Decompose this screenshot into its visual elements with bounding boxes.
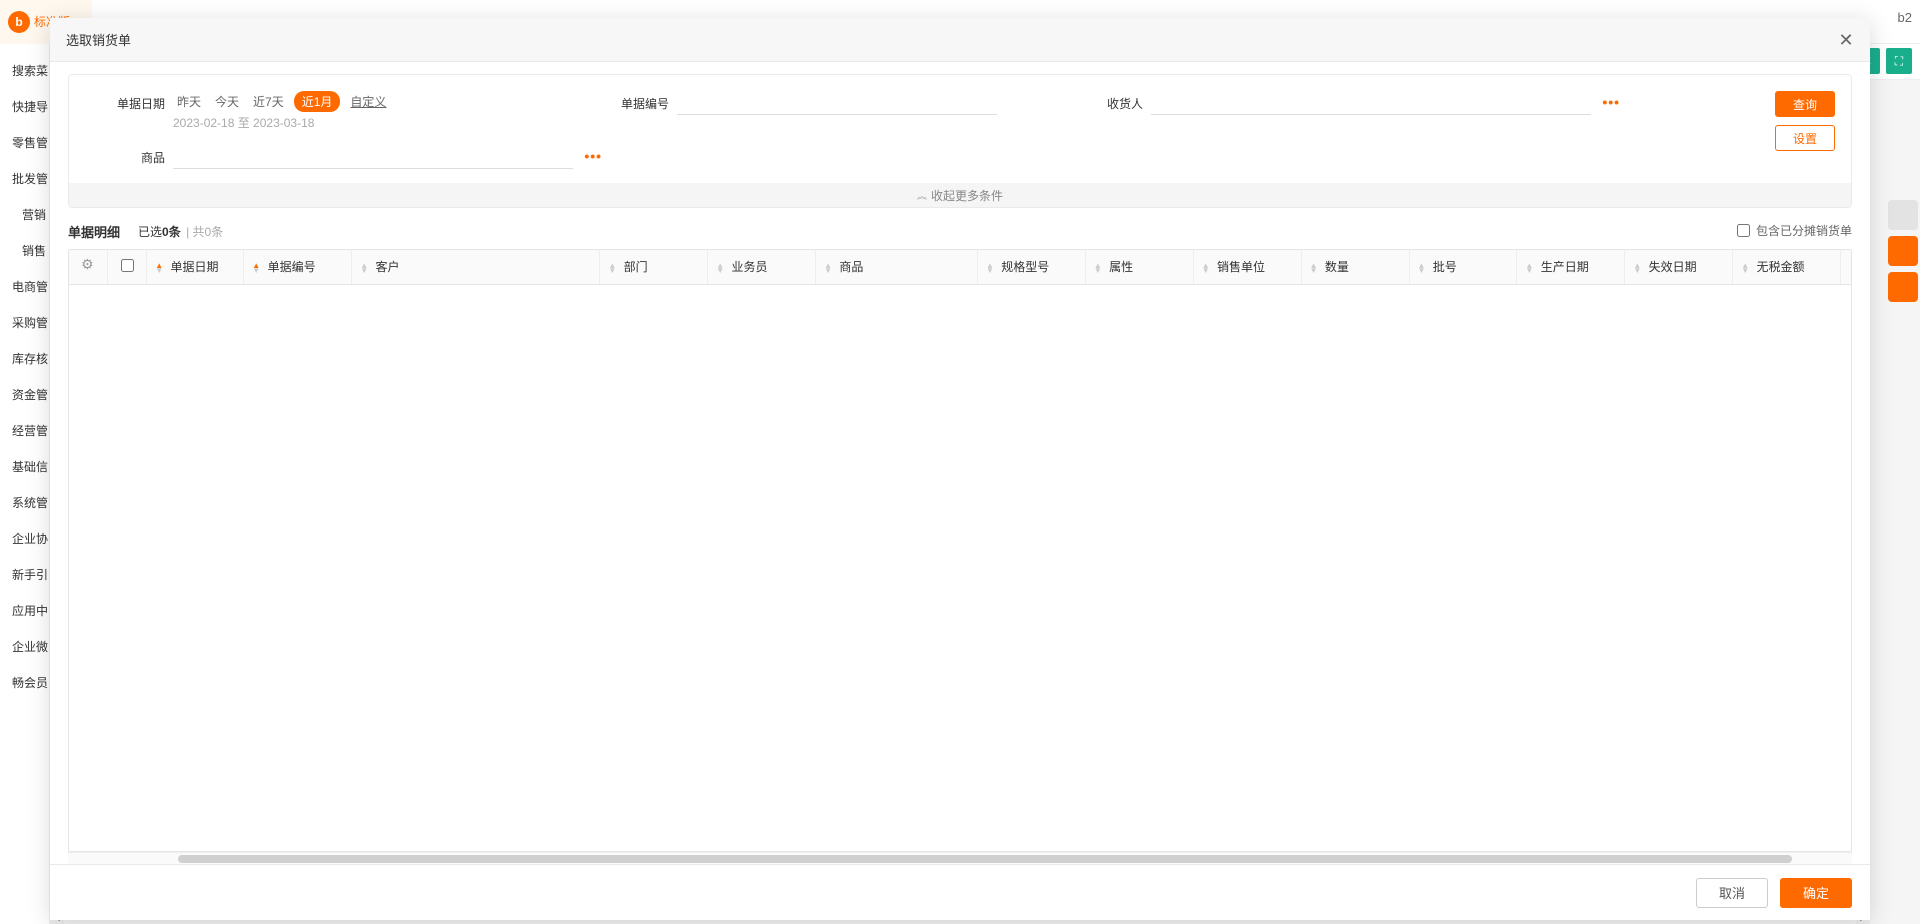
list-selected: 已选0条 | 共0条 <box>138 223 223 240</box>
date-quick-yesterday[interactable]: 昨天 <box>173 91 205 112</box>
filter-docno-group: 单据编号 <box>589 91 997 115</box>
confirm-button[interactable]: 确定 <box>1780 878 1852 908</box>
filter-product-label: 商品 <box>85 145 173 166</box>
select-sales-order-modal: 选取销货单 ✕ 查询 设置 单据日期 昨天 今天 近7天 近1月 <box>50 18 1870 920</box>
include-split-checkbox-input[interactable] <box>1737 224 1750 237</box>
sort-down-icon: ▼ <box>716 268 724 273</box>
col-exp[interactable]: ▲▼ 失效日期 <box>1625 250 1733 284</box>
filter-date-label: 单据日期 <box>85 91 173 112</box>
sort-down-icon: ▼ <box>1849 268 1852 273</box>
docno-input[interactable] <box>677 91 997 115</box>
sort-down-icon: ▼ <box>1202 268 1210 273</box>
receiver-more-icon[interactable]: ••• <box>1602 94 1620 110</box>
col-unit[interactable]: ▲▼ 销售单位 <box>1193 250 1301 284</box>
col-attr[interactable]: ▲▼ 属性 <box>1085 250 1193 284</box>
filter-receiver-group: 收货人 ••• <box>1063 91 1620 115</box>
collapse-filters-button[interactable]: ︽ 收起更多条件 <box>69 183 1851 207</box>
product-input[interactable] <box>173 145 573 169</box>
filter-date-group: 单据日期 昨天 今天 近7天 近1月 自定义 2023-02-18 至 2023… <box>85 91 493 131</box>
list-header: 单据明细 已选0条 | 共0条 包含已分摊销货单 <box>68 222 1852 241</box>
query-button[interactable]: 查询 <box>1775 91 1835 117</box>
col-dept[interactable]: ▲▼ 部门 <box>600 250 708 284</box>
filter-receiver-label: 收货人 <box>1063 91 1151 112</box>
modal-title: 选取销货单 <box>66 30 131 49</box>
sort-down-icon: ▼ <box>1310 268 1318 273</box>
receiver-input[interactable] <box>1151 91 1591 115</box>
col-customer[interactable]: ▲▼ 客户 <box>352 250 600 284</box>
date-quick-custom[interactable]: 自定义 <box>346 91 390 112</box>
sort-down-icon: ▼ <box>986 268 994 273</box>
col-date[interactable]: ▲▼ 单据日期 <box>147 250 244 284</box>
sort-down-icon: ▼ <box>824 268 832 273</box>
select-all-checkbox-input[interactable] <box>121 259 134 272</box>
sort-down-icon: ▼ <box>608 268 616 273</box>
sales-order-table: ▲▼ 单据日期 ▲▼ 单据编号 ▲▼ 客户 ▲▼ <box>69 250 1852 285</box>
modal-header: 选取销货单 ✕ <box>50 18 1870 62</box>
column-settings[interactable] <box>69 250 108 284</box>
date-quick-today[interactable]: 今天 <box>211 91 243 112</box>
filter-product-group: 商品 ••• <box>85 145 602 169</box>
sort-down-icon: ▼ <box>252 268 260 273</box>
product-more-icon[interactable]: ••• <box>584 148 602 164</box>
col-remark[interactable]: ▲▼ 备 <box>1841 250 1852 284</box>
list-title: 单据明细 <box>68 222 120 241</box>
table-wrapper: ▲▼ 单据日期 ▲▼ 单据编号 ▲▼ 客户 ▲▼ <box>68 249 1852 852</box>
col-mfg[interactable]: ▲▼ 生产日期 <box>1517 250 1625 284</box>
gear-icon <box>81 258 95 272</box>
collapse-label: 收起更多条件 <box>931 187 1003 204</box>
chevron-up-icon: ︽ <box>917 190 927 201</box>
date-quick-last7[interactable]: 近7天 <box>249 91 288 112</box>
date-range-text: 2023-02-18 至 2023-03-18 <box>173 114 493 131</box>
filter-actions: 查询 设置 <box>1775 91 1835 151</box>
include-split-label: 包含已分摊销货单 <box>1756 222 1852 239</box>
sort-down-icon: ▼ <box>1525 268 1533 273</box>
scrollbar-thumb[interactable] <box>178 855 1792 863</box>
settings-button[interactable]: 设置 <box>1775 125 1835 151</box>
col-sales[interactable]: ▲▼ 业务员 <box>708 250 816 284</box>
sort-down-icon: ▼ <box>1633 268 1641 273</box>
sort-down-icon: ▼ <box>1418 268 1426 273</box>
col-product[interactable]: ▲▼ 商品 <box>816 250 978 284</box>
col-docno[interactable]: ▲▼ 单据编号 <box>244 250 352 284</box>
col-amount[interactable]: ▲▼ 无税金额 <box>1733 250 1841 284</box>
include-split-checkbox[interactable]: 包含已分摊销货单 <box>1737 222 1852 239</box>
filter-panel: 查询 设置 单据日期 昨天 今天 近7天 近1月 自定义 2 <box>68 74 1852 208</box>
date-quick-last1m[interactable]: 近1月 <box>294 91 341 112</box>
sort-down-icon: ▼ <box>155 268 163 273</box>
sort-down-icon: ▼ <box>360 268 368 273</box>
close-icon[interactable]: ✕ <box>1834 28 1858 52</box>
modal-footer: 取消 确定 <box>50 864 1870 920</box>
sort-down-icon: ▼ <box>1094 268 1102 273</box>
filter-docno-label: 单据编号 <box>589 91 677 112</box>
col-spec[interactable]: ▲▼ 规格型号 <box>977 250 1085 284</box>
col-qty[interactable]: ▲▼ 数量 <box>1301 250 1409 284</box>
sort-down-icon: ▼ <box>1741 268 1749 273</box>
col-batch[interactable]: ▲▼ 批号 <box>1409 250 1517 284</box>
modal-body: 查询 设置 单据日期 昨天 今天 近7天 近1月 自定义 2 <box>50 62 1870 864</box>
cancel-button[interactable]: 取消 <box>1696 878 1768 908</box>
select-all-checkbox[interactable] <box>108 250 147 284</box>
table-horizontal-scrollbar[interactable] <box>68 852 1852 864</box>
date-quick-picker: 昨天 今天 近7天 近1月 自定义 <box>173 91 493 112</box>
